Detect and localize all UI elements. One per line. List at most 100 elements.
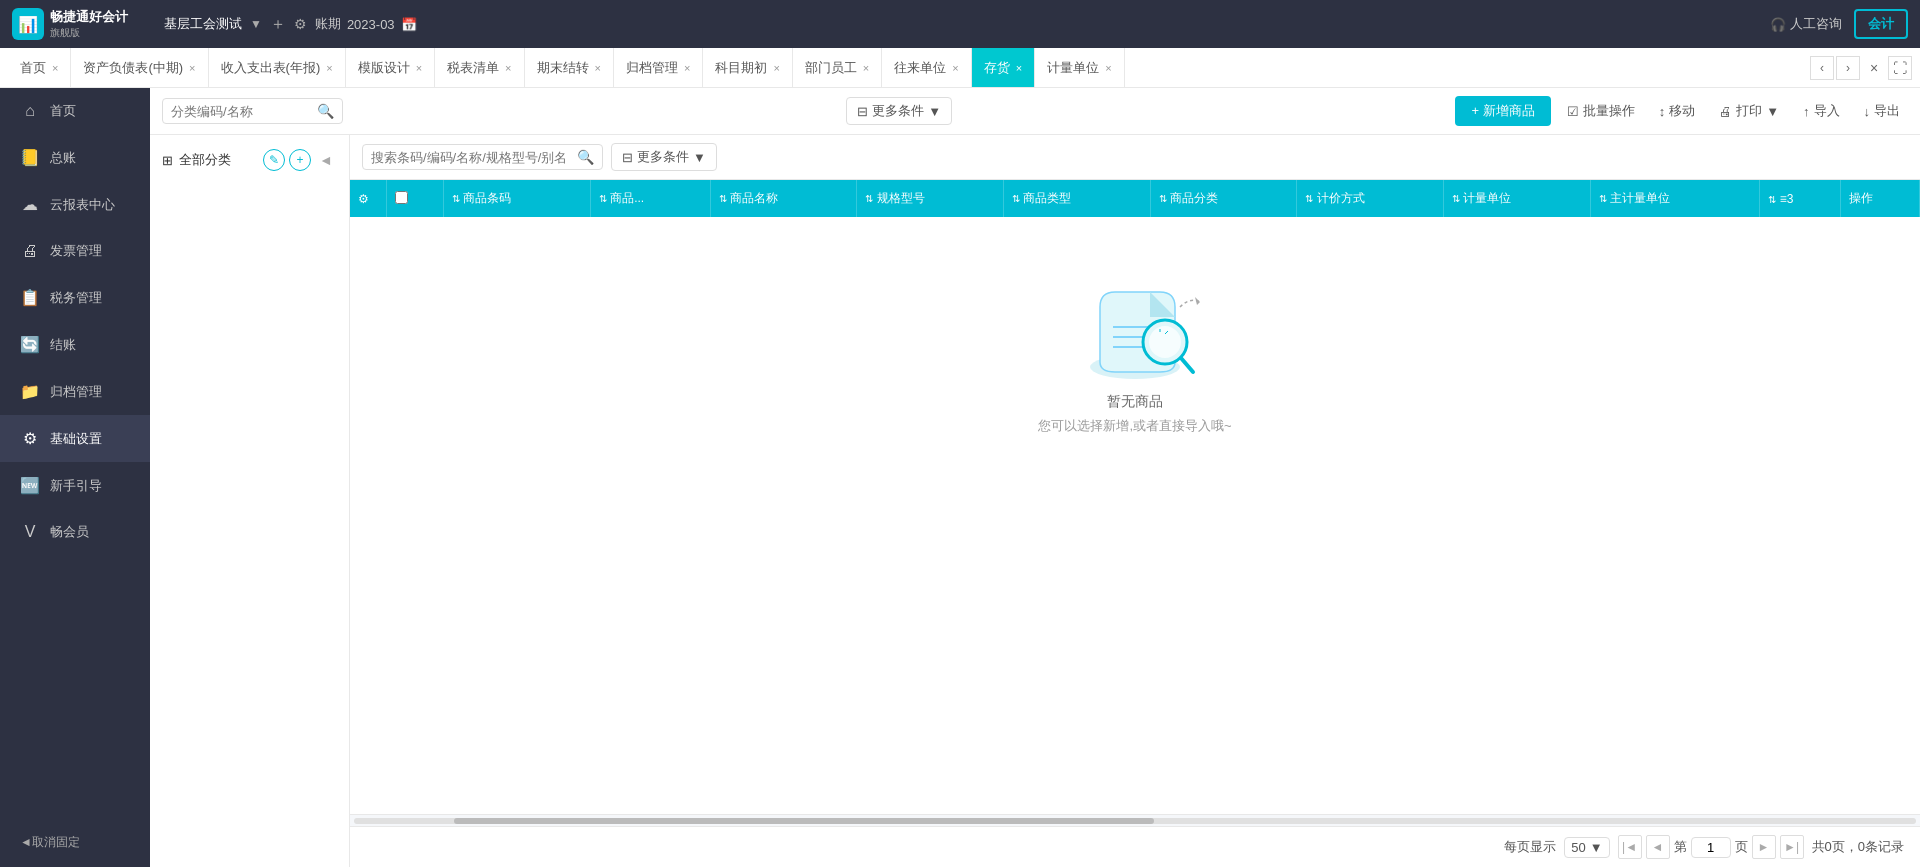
sidebar-item-report-label: 云报表中心 xyxy=(50,196,115,214)
sidebar-item-invoice[interactable]: 🖨 发票管理 xyxy=(0,228,150,274)
next-page-button[interactable]: ► xyxy=(1752,835,1776,859)
table-search-input[interactable] xyxy=(371,150,571,165)
category-search-input[interactable] xyxy=(171,104,311,119)
page-size-select[interactable]: 50 ▼ xyxy=(1564,837,1609,858)
tab-dept-label: 部门员工 xyxy=(805,59,857,77)
tab-subject[interactable]: 科目期初 × xyxy=(703,48,792,88)
th-settings[interactable]: ⚙ xyxy=(350,180,386,217)
sidebar-item-home[interactable]: ⌂ 首页 xyxy=(0,88,150,134)
batch-operation-button[interactable]: ☑ 批量操作 xyxy=(1559,98,1643,124)
import-button[interactable]: ↑ 导入 xyxy=(1795,98,1848,124)
panel-collapse-button[interactable]: ◄ xyxy=(315,149,337,171)
tab-inventory-label: 存货 xyxy=(984,59,1010,77)
tab-inventory-close[interactable]: × xyxy=(1016,62,1022,74)
tab-asset[interactable]: 资产负债表(中期) × xyxy=(71,48,208,88)
period-value: 2023-03 xyxy=(347,17,395,32)
add-workspace-button[interactable]: ＋ xyxy=(270,14,286,35)
product-table: ⚙ ⇅ 商品条码 ⇅ 商品... ⇅ 商品名称 ⇅ 规格型号 ⇅ 商品类型 ⇅ … xyxy=(350,180,1920,217)
sidebar-item-basic[interactable]: ⚙ 基础设置 xyxy=(0,415,150,462)
first-page-button[interactable]: |◄ xyxy=(1618,835,1642,859)
sidebar-item-tax-label: 税务管理 xyxy=(50,289,102,307)
logo-icon: 📊 xyxy=(12,8,44,40)
th-code[interactable]: ⇅ 商品... xyxy=(590,180,710,217)
scrollbar-thumb[interactable] xyxy=(454,818,1154,824)
add-product-button[interactable]: + 新增商品 xyxy=(1455,96,1550,126)
category-search-icon[interactable]: 🔍 xyxy=(317,103,334,119)
tab-yearend[interactable]: 期末结转 × xyxy=(525,48,614,88)
page-number-input[interactable] xyxy=(1691,837,1731,858)
th-checkbox[interactable] xyxy=(386,180,444,217)
workspace-dropdown-icon[interactable]: ▼ xyxy=(250,17,262,31)
period-area: 账期 2023-03 📅 xyxy=(315,15,417,33)
tab-prev-button[interactable]: ‹ xyxy=(1810,56,1834,80)
sidebar-pin-toggle[interactable]: ◄取消固定 xyxy=(0,818,150,867)
tab-dept[interactable]: 部门员工 × xyxy=(793,48,882,88)
th-type[interactable]: ⇅ 商品类型 xyxy=(1003,180,1150,217)
th-category[interactable]: ⇅ 商品分类 xyxy=(1150,180,1297,217)
sidebar-item-home-label: 首页 xyxy=(50,102,76,120)
prev-page-button[interactable]: ◄ xyxy=(1646,835,1670,859)
sidebar-item-close[interactable]: 🔄 结账 xyxy=(0,321,150,368)
tab-expand-button[interactable]: ⛶ xyxy=(1888,56,1912,80)
tab-partner-close[interactable]: × xyxy=(952,62,958,74)
settings-icon[interactable]: ⚙ xyxy=(294,16,307,32)
calendar-icon[interactable]: 📅 xyxy=(401,17,417,32)
tab-next-button[interactable]: › xyxy=(1836,56,1860,80)
tab-template-close[interactable]: × xyxy=(416,62,422,74)
tab-asset-close[interactable]: × xyxy=(189,62,195,74)
tab-taxclear[interactable]: 税表清单 × xyxy=(435,48,524,88)
consult-button[interactable]: 🎧 人工咨询 xyxy=(1770,15,1842,33)
tab-taxclear-close[interactable]: × xyxy=(505,62,511,74)
tab-unit[interactable]: 计量单位 × xyxy=(1035,48,1124,88)
tab-close-all-button[interactable]: × xyxy=(1862,56,1886,80)
th-price-method[interactable]: ⇅ 计价方式 xyxy=(1297,180,1444,217)
th-col3[interactable]: ⇅ ≡3 xyxy=(1760,180,1841,217)
tab-income-close[interactable]: × xyxy=(326,62,332,74)
sidebar-item-invoice-label: 发票管理 xyxy=(50,242,102,260)
export-button[interactable]: ↓ 导出 xyxy=(1856,98,1909,124)
move-button[interactable]: ↕ 移动 xyxy=(1651,98,1704,124)
sidebar-item-report[interactable]: ☁ 云报表中心 xyxy=(0,181,150,228)
tab-archive-close[interactable]: × xyxy=(684,62,690,74)
account-button[interactable]: 会计 xyxy=(1854,9,1908,39)
horizontal-scrollbar[interactable] xyxy=(350,814,1920,826)
tab-home-close[interactable]: × xyxy=(52,62,58,74)
sidebar-item-archive[interactable]: 📁 归档管理 xyxy=(0,368,150,415)
sidebar-item-tax[interactable]: 📋 税务管理 xyxy=(0,274,150,321)
category-edit-button[interactable]: ✎ xyxy=(263,149,285,171)
top-bar: 📊 畅捷通好会计 旗舰版 基层工会测试 ▼ ＋ ⚙ 账期 2023-03 📅 🎧… xyxy=(0,0,1920,48)
tab-home[interactable]: 首页 × xyxy=(8,48,71,88)
export-icon: ↓ xyxy=(1864,104,1871,119)
tab-inventory[interactable]: 存货 × xyxy=(972,48,1035,88)
tab-template[interactable]: 模版设计 × xyxy=(346,48,435,88)
th-barcode[interactable]: ⇅ 商品条码 xyxy=(444,180,591,217)
category-search-box[interactable]: 🔍 xyxy=(162,98,343,124)
sidebar-item-ledger[interactable]: 📒 总账 xyxy=(0,134,150,181)
tab-dept-close[interactable]: × xyxy=(863,62,869,74)
empty-svg xyxy=(1075,277,1215,387)
toolbar: 🔍 ⊟ 更多条件 ▼ + 新增商品 ☑ 批量操作 ↕ 移动 🖨 打印 ▼ xyxy=(150,88,1920,135)
th-name[interactable]: ⇅ 商品名称 xyxy=(710,180,857,217)
tab-subject-close[interactable]: × xyxy=(773,62,779,74)
tab-unit-close[interactable]: × xyxy=(1105,62,1111,74)
table-search-box[interactable]: 🔍 xyxy=(362,144,603,170)
sidebar-item-guide[interactable]: 🆕 新手引导 xyxy=(0,462,150,509)
tab-partner[interactable]: 往来单位 × xyxy=(882,48,971,88)
print-button[interactable]: 🖨 打印 ▼ xyxy=(1711,98,1787,124)
top-right-area: 🎧 人工咨询 会计 xyxy=(1770,9,1908,39)
sidebar-item-member[interactable]: V 畅会员 xyxy=(0,509,150,555)
table-search-icon[interactable]: 🔍 xyxy=(577,149,594,165)
th-main-unit[interactable]: ⇅ 主计量单位 xyxy=(1590,180,1760,217)
table-filter-button[interactable]: ⊟ 更多条件 ▼ xyxy=(611,143,717,171)
tab-archive[interactable]: 归档管理 × xyxy=(614,48,703,88)
tab-yearend-close[interactable]: × xyxy=(595,62,601,74)
th-spec[interactable]: ⇅ 规格型号 xyxy=(857,180,1004,217)
move-label: 移动 xyxy=(1669,102,1695,120)
filter-button[interactable]: ⊟ 更多条件 ▼ xyxy=(846,97,952,125)
category-add-button[interactable]: + xyxy=(289,149,311,171)
move-icon: ↕ xyxy=(1659,104,1666,119)
th-unit[interactable]: ⇅ 计量单位 xyxy=(1443,180,1590,217)
tab-income[interactable]: 收入支出表(年报) × xyxy=(209,48,346,88)
select-all-checkbox[interactable] xyxy=(395,191,408,204)
last-page-button[interactable]: ►| xyxy=(1780,835,1804,859)
